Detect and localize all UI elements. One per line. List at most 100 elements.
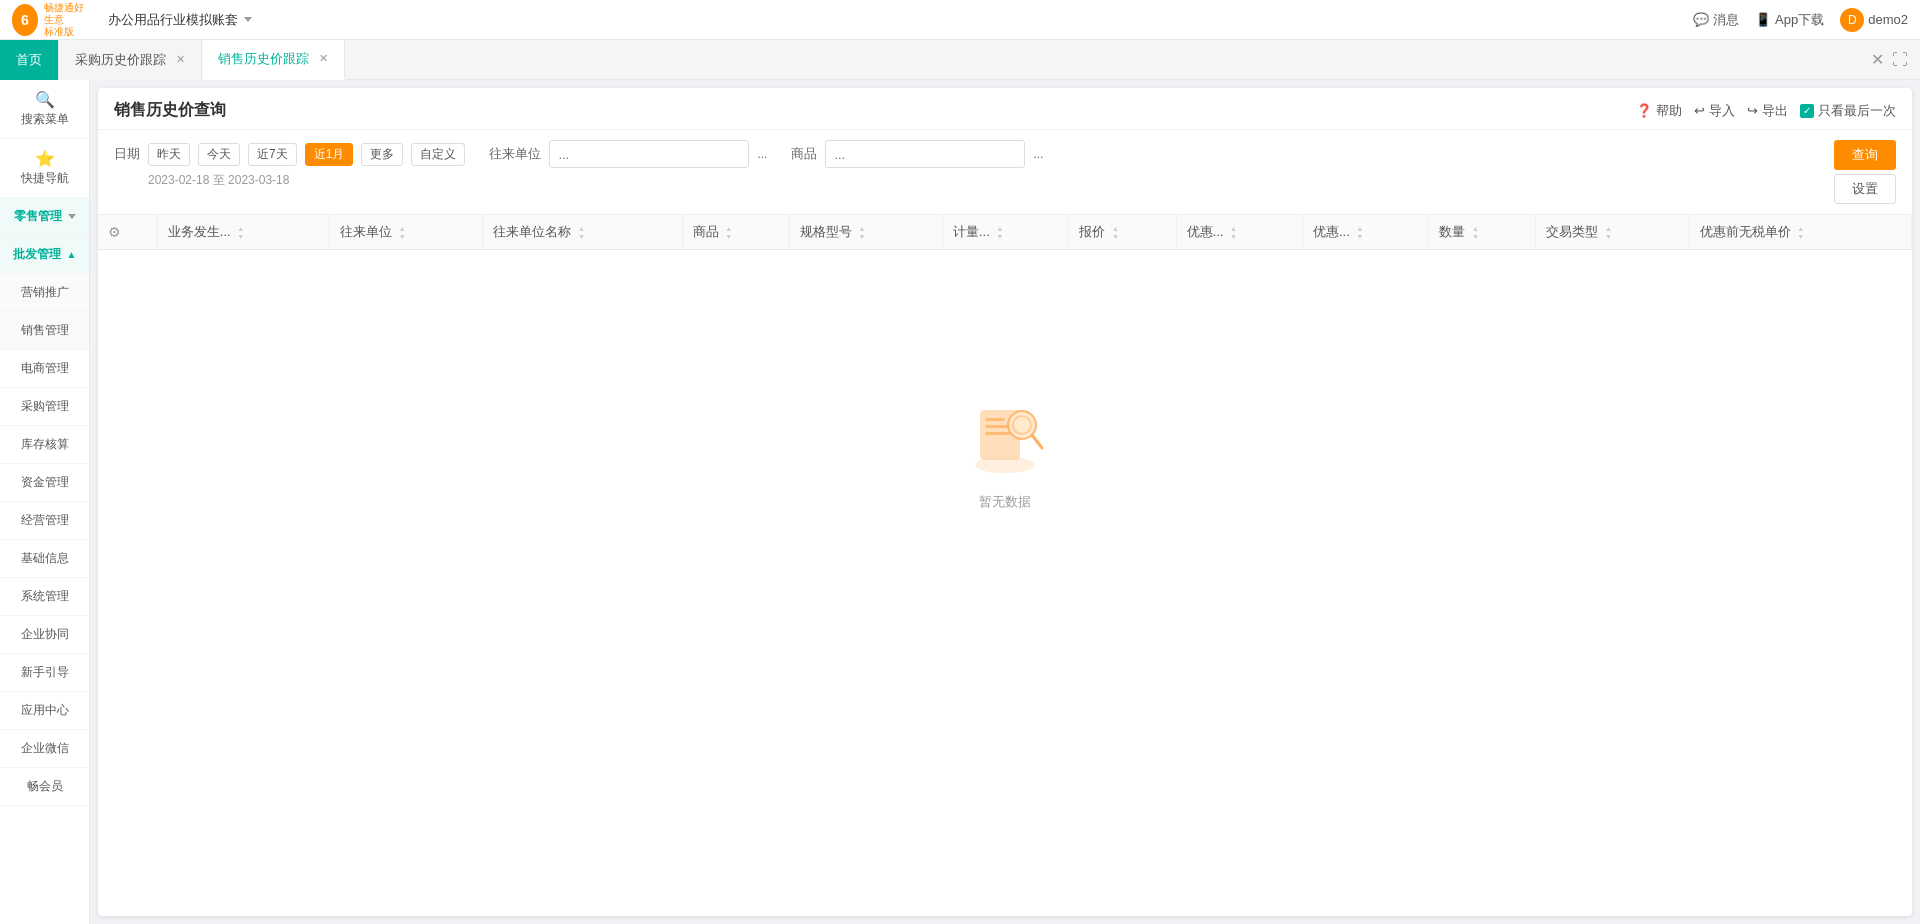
col-qty[interactable]: 数量 [1429, 215, 1536, 250]
tab-purchase-history-label: 采购历史价跟踪 [75, 51, 166, 69]
logo-area: 6 畅捷通好生意 标准版 [12, 2, 92, 38]
product-filter-input[interactable] [825, 140, 1025, 168]
sidebar-item-wholesale-mgmt-label: 批发管理 [13, 246, 61, 263]
col-biz-date-label: 业务发生... [168, 224, 231, 239]
tab-sales-history-close[interactable]: ✕ [319, 52, 328, 65]
app-selector-label: 办公用品行业模拟账套 [108, 11, 238, 29]
table-area: ⚙ 业务发生... 往来单位 往来单位名称 [98, 215, 1912, 916]
import-action[interactable]: ↩ 导入 [1694, 102, 1735, 120]
tab-purchase-history-close[interactable]: ✕ [176, 53, 185, 66]
sort-icon-qty [1472, 225, 1479, 240]
col-tax-price-label: 优惠前无税单价 [1700, 224, 1791, 239]
sidebar-item-search-menu-label: 搜索菜单 [21, 111, 69, 128]
user-action[interactable]: D demo2 [1840, 8, 1908, 32]
help-action[interactable]: ❓ 帮助 [1636, 102, 1682, 120]
sort-icon-discount2 [1356, 225, 1363, 240]
sort-icon-trade-type [1605, 225, 1612, 240]
sidebar-item-ecommerce-label: 电商管理 [21, 360, 69, 377]
sidebar-item-quick-nav[interactable]: ⭐ 快捷导航 [0, 139, 89, 198]
sidebar-item-retail-mgmt[interactable]: 零售管理 [0, 198, 89, 236]
col-trade-type-label: 交易类型 [1546, 224, 1598, 239]
export-action[interactable]: ↪ 导出 [1747, 102, 1788, 120]
empty-text: 暂无数据 [979, 493, 1031, 511]
sidebar-item-enterprise-collab[interactable]: 企业协同 [0, 616, 89, 654]
wholesale-mgmt-arrow-up: ▲ [67, 249, 77, 260]
tab-expand[interactable]: ⛶ [1892, 51, 1908, 69]
col-price-label: 报价 [1079, 224, 1105, 239]
sidebar-item-new-guide[interactable]: 新手引导 [0, 654, 89, 692]
date-btn-custom[interactable]: 自定义 [411, 143, 465, 166]
sidebar-item-enterprise-wechat[interactable]: 企业微信 [0, 730, 89, 768]
tab-home[interactable]: 首页 [0, 40, 59, 80]
col-tax-price[interactable]: 优惠前无税单价 [1689, 215, 1911, 250]
settings-button[interactable]: 设置 [1834, 174, 1896, 204]
date-btn-7days[interactable]: 近7天 [248, 143, 297, 166]
message-action[interactable]: 💬 消息 [1693, 11, 1739, 29]
col-gear[interactable]: ⚙ [98, 215, 157, 250]
col-product[interactable]: 商品 [682, 215, 789, 250]
col-spec[interactable]: 规格型号 [789, 215, 942, 250]
tab-sales-history[interactable]: 销售历史价跟踪 ✕ [202, 40, 345, 80]
col-unit[interactable]: 计量... [942, 215, 1068, 250]
date-btn-yesterday[interactable]: 昨天 [148, 143, 190, 166]
filter-row-date-range: 2023-02-18 至 2023-03-18 [114, 172, 1818, 189]
date-btn-1month[interactable]: 近1月 [305, 143, 354, 166]
col-trade-type[interactable]: 交易类型 [1536, 215, 1689, 250]
page-header: 销售历史价查询 ❓ 帮助 ↩ 导入 ↪ 导出 ✓ 只看最后一次 [98, 88, 1912, 130]
sidebar-item-inventory[interactable]: 库存核算 [0, 426, 89, 464]
sort-icon-price [1112, 225, 1119, 240]
sort-icon-product [725, 225, 732, 240]
query-button[interactable]: 查询 [1834, 140, 1896, 170]
sidebar-item-finance[interactable]: 资金管理 [0, 464, 89, 502]
search-menu-icon: 🔍 [35, 90, 55, 109]
sidebar-item-finance-label: 资金管理 [21, 474, 69, 491]
partner-filter-label: 往来单位 [489, 145, 541, 163]
col-price[interactable]: 报价 [1069, 215, 1176, 250]
sidebar-item-marketing[interactable]: 营销推广 [0, 274, 89, 312]
sidebar-item-search-menu[interactable]: 🔍 搜索菜单 [0, 80, 89, 139]
tab-close-all[interactable]: ✕ [1871, 50, 1884, 69]
sidebar-item-system[interactable]: 系统管理 [0, 578, 89, 616]
only-last-label: 只看最后一次 [1818, 102, 1896, 120]
date-btn-today[interactable]: 今天 [198, 143, 240, 166]
date-btn-more[interactable]: 更多 [361, 143, 403, 166]
app-download-action[interactable]: 📱 App下载 [1755, 11, 1824, 29]
svg-rect-4 [985, 432, 1010, 435]
partner-more-btn[interactable]: ... [757, 147, 767, 161]
sort-icon-biz-date [237, 225, 244, 240]
col-biz-date[interactable]: 业务发生... [157, 215, 329, 250]
app-selector[interactable]: 办公用品行业模拟账套 [100, 11, 260, 29]
top-header: 6 畅捷通好生意 标准版 办公用品行业模拟账套 💬 消息 📱 App下载 D d… [0, 0, 1920, 40]
app-download-icon: 📱 [1755, 12, 1771, 27]
col-spec-label: 规格型号 [800, 224, 852, 239]
only-last-checkbox[interactable]: ✓ 只看最后一次 [1800, 102, 1896, 120]
help-icon: ❓ [1636, 103, 1652, 118]
sidebar-item-wholesale-mgmt[interactable]: 批发管理 ▲ [0, 236, 89, 274]
col-discount1[interactable]: 优惠... [1176, 215, 1302, 250]
sidebar-item-purchase[interactable]: 采购管理 [0, 388, 89, 426]
col-discount2[interactable]: 优惠... [1302, 215, 1428, 250]
sidebar-item-basic-info-label: 基础信息 [21, 550, 69, 567]
sidebar-item-basic-info[interactable]: 基础信息 [0, 540, 89, 578]
sidebar-item-sales-mgmt[interactable]: 销售管理 [0, 312, 89, 350]
username: demo2 [1868, 12, 1908, 27]
sidebar-item-ecommerce[interactable]: 电商管理 [0, 350, 89, 388]
sidebar-item-member-label: 畅会员 [27, 778, 63, 795]
sidebar-item-app-center[interactable]: 应用中心 [0, 692, 89, 730]
sidebar-item-system-label: 系统管理 [21, 588, 69, 605]
partner-filter-input[interactable] [549, 140, 749, 168]
svg-line-6 [1032, 435, 1042, 448]
sidebar-item-ops-label: 经营管理 [21, 512, 69, 529]
col-partner-name[interactable]: 往来单位名称 [483, 215, 682, 250]
sort-icon-partner-code [399, 225, 406, 240]
sort-icon-spec [858, 225, 865, 240]
sidebar-item-member[interactable]: 畅会员 [0, 768, 89, 806]
tab-purchase-history[interactable]: 采购历史价跟踪 ✕ [59, 40, 202, 80]
sidebar-item-ops[interactable]: 经营管理 [0, 502, 89, 540]
col-partner-code[interactable]: 往来单位 [330, 215, 483, 250]
product-more-btn[interactable]: ... [1033, 147, 1043, 161]
help-label: 帮助 [1656, 102, 1682, 120]
gear-icon[interactable]: ⚙ [108, 224, 121, 240]
sort-icon-discount1 [1230, 225, 1237, 240]
tab-bar-controls: ✕ ⛶ [1859, 50, 1920, 69]
